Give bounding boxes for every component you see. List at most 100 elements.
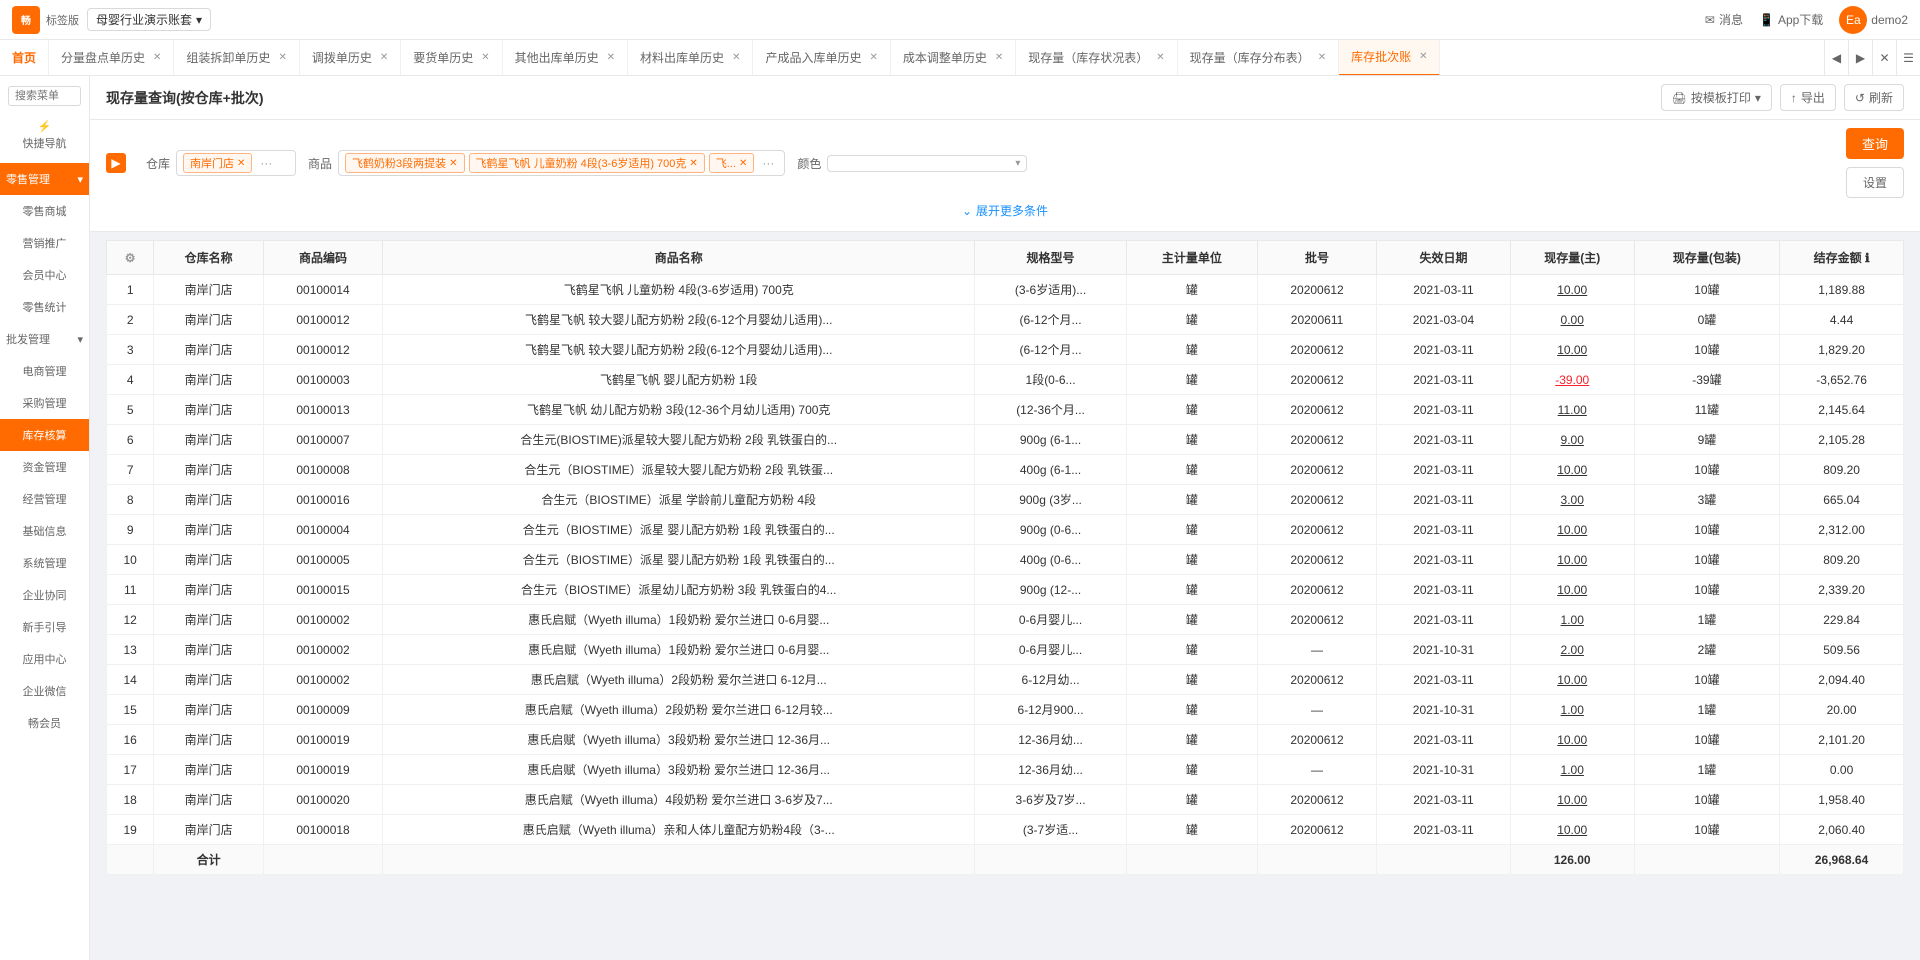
- col-settings[interactable]: ⚙: [107, 241, 154, 275]
- cell-batch: 20200612: [1257, 485, 1376, 515]
- cell-qty-main[interactable]: 10.00: [1510, 815, 1634, 845]
- cell-qty-main[interactable]: 10.00: [1510, 515, 1634, 545]
- color-filter-group[interactable]: ▾: [827, 155, 1027, 172]
- cell-expire: 2021-03-11: [1377, 785, 1511, 815]
- cell-qty-main[interactable]: 1.00: [1510, 605, 1634, 635]
- sidebar-item-qiye[interactable]: 企业协同: [0, 579, 89, 611]
- goods-tag-close-1[interactable]: ✕: [449, 158, 457, 169]
- settings-icon[interactable]: ⚙: [125, 251, 136, 265]
- cell-qty-main[interactable]: 2.00: [1510, 635, 1634, 665]
- goods-label: 商品: [308, 155, 332, 172]
- cell-qty-main[interactable]: 10.00: [1510, 455, 1634, 485]
- goods-tag-group[interactable]: 飞鹤奶粉3段两提装 ✕ 飞鹤星飞帆 儿童奶粉 4段(3-6岁适用) 700克 ✕…: [338, 150, 785, 176]
- close-tab-fenliang[interactable]: ✕: [153, 52, 161, 63]
- sidebar-item-pifa[interactable]: 批发管理 ▾: [0, 323, 89, 355]
- close-tab-tiaobo[interactable]: ✕: [380, 52, 388, 63]
- table-row: 4南岸门店00100003飞鹤星飞帆 婴儿配方奶粉 1段1段(0-6...罐20…: [107, 365, 1904, 395]
- sidebar-item-yingxiao[interactable]: 营销推广: [0, 227, 89, 259]
- close-tab-chuku[interactable]: ✕: [607, 52, 615, 63]
- cell-qty-main[interactable]: 3.00: [1510, 485, 1634, 515]
- sidebar-item-jichu[interactable]: 基础信息: [0, 515, 89, 547]
- sidebar-item-kuaijie[interactable]: ⚡ 快捷导航: [0, 112, 89, 159]
- tab-zuzhuan[interactable]: 组装拆卸单历史 ✕: [174, 40, 299, 76]
- nav-arrow-right[interactable]: ▶: [1848, 40, 1872, 76]
- tab-xianc2[interactable]: 现存量（库存分布表）✕: [1178, 40, 1339, 76]
- tab-xianc1[interactable]: 现存量（库存状况表）✕: [1016, 40, 1177, 76]
- warehouse-tag-group[interactable]: 南岸门店 ✕ ···: [176, 150, 296, 176]
- cell-qty-main[interactable]: 10.00: [1510, 545, 1634, 575]
- sidebar-item-xitong[interactable]: 系统管理: [0, 547, 89, 579]
- close-tab-zuzhuan[interactable]: ✕: [278, 52, 286, 63]
- tab-chanpin[interactable]: 产成品入库单历史 ✕: [753, 40, 890, 76]
- search-input[interactable]: [8, 86, 81, 106]
- cell-qty-main[interactable]: 10.00: [1510, 275, 1634, 305]
- sidebar-item-huiyuan[interactable]: 会员中心: [0, 259, 89, 291]
- cell-qty-main[interactable]: 0.00: [1510, 305, 1634, 335]
- sidebar-item-kucun[interactable]: 库存核算: [0, 419, 89, 451]
- goods-tag-close-3[interactable]: ✕: [739, 158, 747, 169]
- cell-qty-main[interactable]: -39.00: [1510, 365, 1634, 395]
- refresh-btn[interactable]: ↺ 刷新: [1844, 84, 1904, 111]
- store-selector[interactable]: 母婴行业演示账套 ▾: [87, 8, 211, 31]
- tab-cailiao[interactable]: 材料出库单历史 ✕: [628, 40, 753, 76]
- export-btn[interactable]: ↑ 导出: [1780, 84, 1836, 111]
- warehouse-tag-close[interactable]: ✕: [237, 158, 245, 169]
- nav-arrow-close[interactable]: ✕: [1872, 40, 1896, 76]
- tab-fenliang[interactable]: 分量盘点单历史 ✕: [49, 40, 174, 76]
- print-btn[interactable]: 🖨 按模板打印 ▾: [1661, 84, 1772, 111]
- goods-tag-1[interactable]: 飞鹤奶粉3段两提装 ✕: [345, 153, 465, 173]
- expand-arrow-btn[interactable]: ▶: [106, 153, 126, 173]
- cell-qty-main[interactable]: 1.00: [1510, 695, 1634, 725]
- user-area[interactable]: Ea demo2: [1839, 6, 1908, 34]
- cell-qty-main[interactable]: 10.00: [1510, 335, 1634, 365]
- sidebar-item-lingshous[interactable]: 零售商城: [0, 195, 89, 227]
- app-download-btn[interactable]: 📱 App下载: [1759, 11, 1823, 28]
- close-tab-xianc1[interactable]: ✕: [1156, 52, 1164, 63]
- nav-arrow-left[interactable]: ◀: [1824, 40, 1848, 76]
- cell-qty-main[interactable]: 1.00: [1510, 755, 1634, 785]
- sidebar-item-changhui[interactable]: 畅会员: [0, 707, 89, 739]
- warehouse-more[interactable]: ···: [256, 156, 276, 170]
- message-btn[interactable]: ✉ 消息: [1705, 11, 1743, 28]
- sidebar-item-weixin[interactable]: 企业微信: [0, 675, 89, 707]
- close-tab-cailiao[interactable]: ✕: [732, 52, 740, 63]
- goods-more[interactable]: ···: [758, 156, 778, 170]
- tab-yaohuo[interactable]: 要货单历史 ✕: [401, 40, 502, 76]
- close-tab-yaohuo[interactable]: ✕: [481, 52, 489, 63]
- tab-tiaobo[interactable]: 调拨单历史 ✕: [300, 40, 401, 76]
- cell-warehouse: 南岸门店: [154, 335, 264, 365]
- close-tab-chanpin[interactable]: ✕: [869, 52, 877, 63]
- query-btn[interactable]: 查询: [1846, 128, 1904, 159]
- sidebar-item-lingshoul[interactable]: 零售管理 ▾: [0, 163, 89, 195]
- footer-cell-9: [1634, 845, 1779, 875]
- tab-home[interactable]: 首页: [0, 40, 49, 76]
- color-dropdown-arrow[interactable]: ▾: [1015, 158, 1020, 169]
- sidebar-item-yingyong[interactable]: 应用中心: [0, 643, 89, 675]
- cell-qty-main[interactable]: 10.00: [1510, 785, 1634, 815]
- sidebar-item-zijin[interactable]: 资金管理: [0, 451, 89, 483]
- setting-btn[interactable]: 设置: [1846, 167, 1904, 198]
- nav-arrow-menu[interactable]: ☰: [1896, 40, 1920, 76]
- sidebar-item-dianshang[interactable]: 电商管理: [0, 355, 89, 387]
- sidebar-item-xinshou[interactable]: 新手引导: [0, 611, 89, 643]
- sidebar-item-caigou[interactable]: 采购管理: [0, 387, 89, 419]
- cell-qty-main[interactable]: 10.00: [1510, 665, 1634, 695]
- cell-qty-main[interactable]: 10.00: [1510, 575, 1634, 605]
- tab-chengben[interactable]: 成本调整单历史 ✕: [891, 40, 1016, 76]
- cell-qty-main[interactable]: 10.00: [1510, 725, 1634, 755]
- close-tab-pici[interactable]: ✕: [1419, 51, 1427, 62]
- close-tab-xianc2[interactable]: ✕: [1318, 52, 1326, 63]
- expand-toggle-btn[interactable]: ⌄ 展开更多条件: [962, 202, 1048, 219]
- tab-chuku[interactable]: 其他出库单历史 ✕: [503, 40, 628, 76]
- cell-qty-main[interactable]: 11.00: [1510, 395, 1634, 425]
- close-tab-chengben[interactable]: ✕: [995, 52, 1003, 63]
- cell-qty-main[interactable]: 9.00: [1510, 425, 1634, 455]
- cell-name: 合生元（BIOSTIME）派星幼儿配方奶粉 3段 乳铁蛋白的4...: [383, 575, 975, 605]
- goods-tag-3[interactable]: 飞... ✕: [709, 153, 755, 173]
- sidebar-item-jingying[interactable]: 经营管理: [0, 483, 89, 515]
- tab-pici[interactable]: 库存批次账 ✕: [1339, 40, 1440, 76]
- goods-tag-2[interactable]: 飞鹤星飞帆 儿童奶粉 4段(3-6岁适用) 700克 ✕: [469, 153, 705, 173]
- goods-tag-close-2[interactable]: ✕: [689, 158, 697, 169]
- sidebar-item-lingshout[interactable]: 零售统计: [0, 291, 89, 323]
- warehouse-tag-1[interactable]: 南岸门店 ✕: [183, 153, 252, 173]
